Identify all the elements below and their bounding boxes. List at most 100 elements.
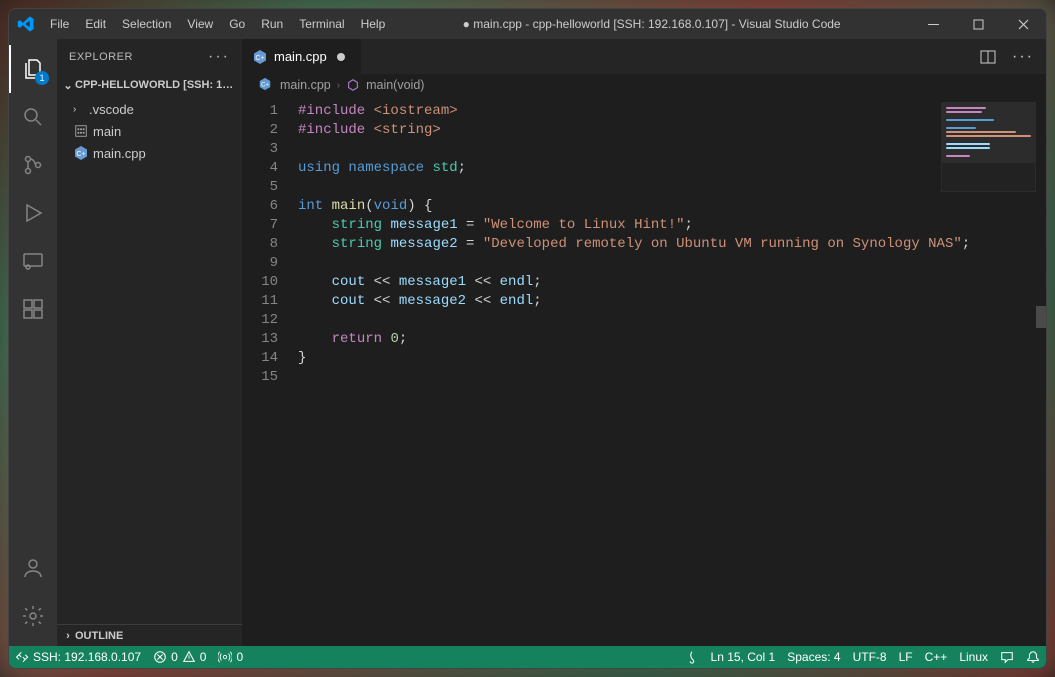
cpp-file-icon: C+: [73, 145, 89, 161]
status-feedback-icon[interactable]: [994, 650, 1020, 664]
split-editor-icon[interactable]: [980, 49, 996, 65]
tab-dirty-dot-icon: [337, 53, 345, 61]
status-spaces[interactable]: Spaces: 4: [781, 650, 846, 664]
scrollbar-thumb[interactable]: [1036, 306, 1046, 328]
activity-explorer[interactable]: 1: [9, 45, 57, 93]
menu-terminal[interactable]: Terminal: [292, 13, 351, 35]
chevron-right-icon: ›: [61, 630, 75, 642]
svg-text:C+: C+: [76, 151, 85, 158]
binary-file-icon: [73, 124, 89, 138]
outline-title: OUTLINE: [75, 630, 123, 642]
breadcrumb-symbol[interactable]: main(void): [366, 78, 424, 92]
line-number: 9: [242, 254, 278, 273]
code-line[interactable]: #include <iostream>: [298, 102, 936, 121]
tree-folder-vscode[interactable]: › .vscode: [57, 98, 242, 120]
line-number: 4: [242, 159, 278, 178]
code-line[interactable]: [298, 140, 936, 159]
menu-go[interactable]: Go: [222, 13, 252, 35]
line-number: 11: [242, 292, 278, 311]
explorer-badge: 1: [35, 71, 49, 85]
line-number: 10: [242, 273, 278, 292]
activity-run-debug[interactable]: [9, 189, 57, 237]
tab-label: main.cpp: [274, 49, 327, 64]
window-maximize[interactable]: [956, 9, 1001, 39]
code-line[interactable]: #include <string>: [298, 121, 936, 140]
code-line[interactable]: [298, 311, 936, 330]
activity-accounts[interactable]: [9, 544, 57, 592]
status-remote[interactable]: SSH: 192.168.0.107: [9, 646, 147, 668]
window-minimize[interactable]: [911, 9, 956, 39]
sidebar-more-icon[interactable]: ···: [208, 48, 230, 66]
status-eol[interactable]: LF: [893, 650, 919, 664]
status-problems[interactable]: 0 0: [147, 646, 212, 668]
vertical-scrollbar[interactable]: [1036, 96, 1046, 646]
line-number: 3: [242, 140, 278, 159]
outline-panel-header[interactable]: › OUTLINE: [57, 624, 242, 646]
line-number-gutter: 123456789101112131415: [242, 102, 292, 387]
workspace-panel-header[interactable]: ⌄ CPP-HELLOWORLD [SSH: 1…: [57, 74, 242, 96]
status-os[interactable]: Linux: [953, 650, 994, 664]
tree-file-maincpp[interactable]: C+ main.cpp: [57, 142, 242, 164]
menu-run[interactable]: Run: [254, 13, 290, 35]
editor-tabs: C+ main.cpp ···: [242, 39, 1046, 74]
activity-settings[interactable]: [9, 592, 57, 640]
window-title: ● main.cpp - cpp-helloworld [SSH: 192.16…: [392, 17, 911, 31]
code-line[interactable]: cout << message2 << endl;: [298, 292, 936, 311]
status-prettier-icon[interactable]: [679, 650, 705, 664]
menu-selection[interactable]: Selection: [115, 13, 178, 35]
file-name: main: [93, 124, 121, 139]
code-line[interactable]: }: [298, 349, 936, 368]
code-line[interactable]: [298, 368, 936, 387]
cpp-file-icon: C+: [258, 77, 274, 93]
activity-remote-explorer[interactable]: [9, 237, 57, 285]
status-encoding[interactable]: UTF-8: [847, 650, 893, 664]
symbol-method-icon: [346, 78, 360, 92]
line-number: 14: [242, 349, 278, 368]
status-ports[interactable]: 0: [212, 646, 249, 668]
sidebar-title: EXPLORER: [69, 51, 133, 63]
editor-code[interactable]: 123456789101112131415 #include <iostream…: [242, 96, 1046, 646]
breadcrumb-file[interactable]: main.cpp: [280, 78, 331, 92]
breadcrumb[interactable]: C+ main.cpp › main(void): [242, 74, 1046, 96]
code-line[interactable]: string message1 = "Welcome to Linux Hint…: [298, 216, 936, 235]
vscode-logo-icon: [17, 15, 35, 33]
code-line[interactable]: string message2 = "Developed remotely on…: [298, 235, 936, 254]
code-line[interactable]: int main(void) {: [298, 197, 936, 216]
status-cursor[interactable]: Ln 15, Col 1: [705, 650, 782, 664]
editor-area: C+ main.cpp ··· C+ main.cpp › main(void)…: [242, 39, 1046, 646]
code-line[interactable]: using namespace std;: [298, 159, 936, 178]
menu-bar: FileEditSelectionViewGoRunTerminalHelp: [43, 13, 392, 35]
line-number: 5: [242, 178, 278, 197]
cpp-file-icon: C+: [252, 49, 268, 65]
tree-file-main[interactable]: main: [57, 120, 242, 142]
window-close[interactable]: [1001, 9, 1046, 39]
code-line[interactable]: [298, 254, 936, 273]
activity-source-control[interactable]: [9, 141, 57, 189]
code-lines[interactable]: #include <iostream>#include <string> usin…: [298, 102, 936, 387]
title-bar: FileEditSelectionViewGoRunTerminalHelp ●…: [9, 9, 1046, 39]
chevron-right-icon: ›: [337, 80, 340, 91]
code-line[interactable]: return 0;: [298, 330, 936, 349]
svg-text:C+: C+: [261, 82, 269, 89]
editor-more-icon[interactable]: ···: [1012, 48, 1034, 66]
status-language[interactable]: C++: [919, 650, 954, 664]
activity-search[interactable]: [9, 93, 57, 141]
activity-extensions[interactable]: [9, 285, 57, 333]
status-bar: SSH: 192.168.0.107 0 0 0 Ln 15, Col 1 Sp…: [9, 646, 1046, 668]
line-number: 8: [242, 235, 278, 254]
activity-bar: 1: [9, 39, 57, 646]
menu-file[interactable]: File: [43, 13, 76, 35]
menu-edit[interactable]: Edit: [78, 13, 113, 35]
line-number: 12: [242, 311, 278, 330]
menu-view[interactable]: View: [180, 13, 220, 35]
tab-main-cpp[interactable]: C+ main.cpp: [242, 39, 362, 74]
code-line[interactable]: [298, 178, 936, 197]
chevron-right-icon: ›: [73, 104, 85, 115]
line-number: 15: [242, 368, 278, 387]
file-tree: › .vscode main C+ main.cpp: [57, 96, 242, 166]
line-number: 1: [242, 102, 278, 121]
minimap[interactable]: [941, 102, 1036, 192]
menu-help[interactable]: Help: [354, 13, 393, 35]
code-line[interactable]: cout << message1 << endl;: [298, 273, 936, 292]
status-bell-icon[interactable]: [1020, 650, 1046, 664]
